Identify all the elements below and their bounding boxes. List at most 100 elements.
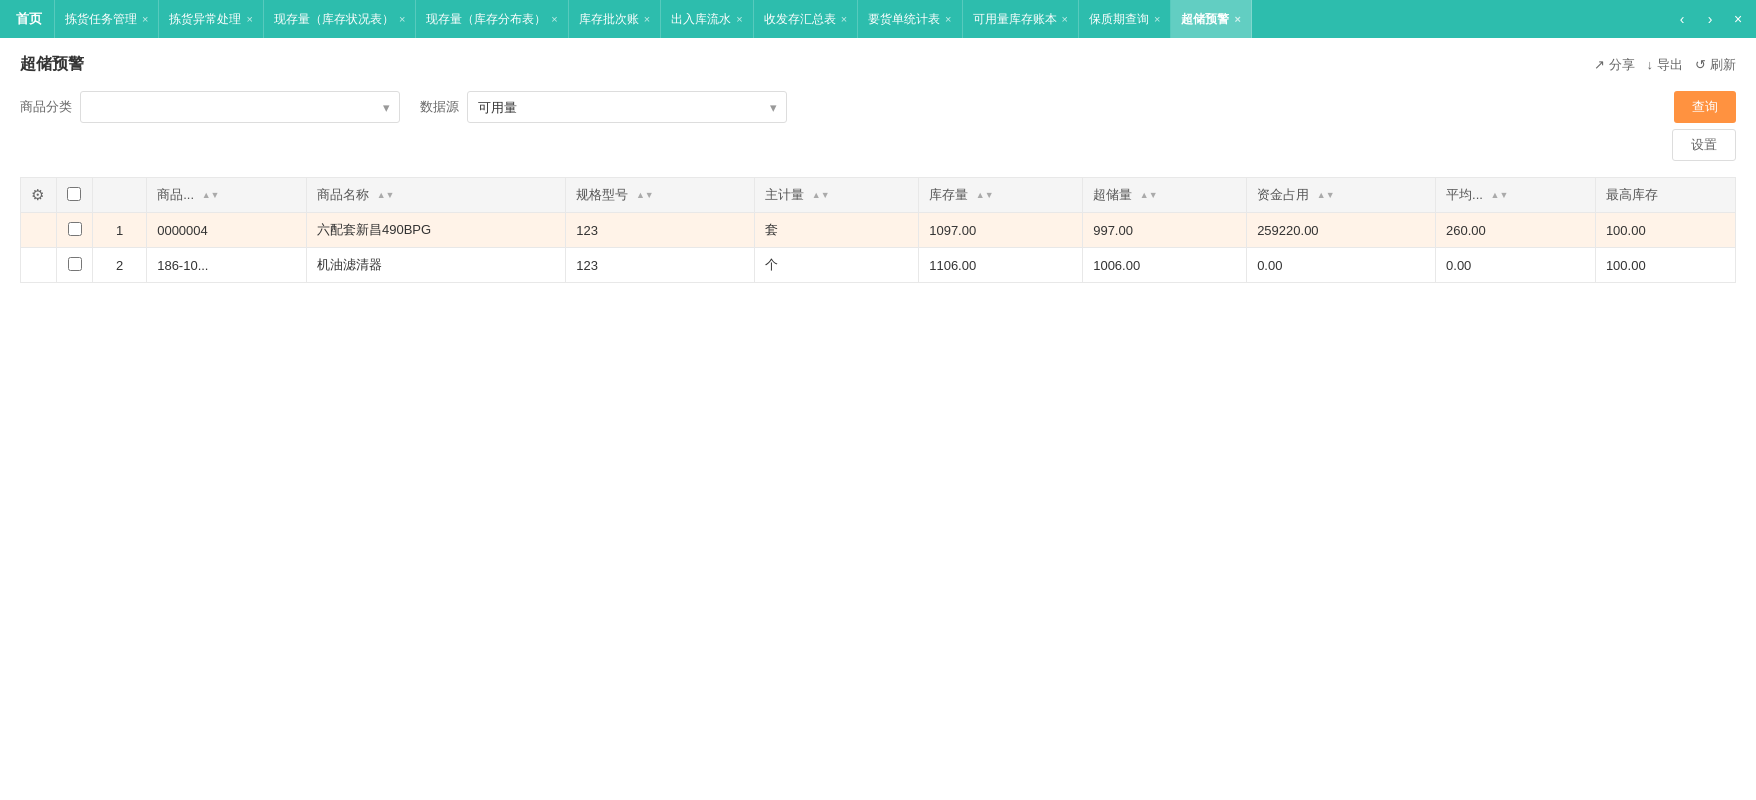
close-tab-5[interactable]: × — [736, 13, 742, 25]
row-product-name: 机油滤清器 — [307, 248, 566, 283]
nav-prev-btn[interactable]: ‹ — [1668, 0, 1696, 38]
nav-tab-5[interactable]: 出入库流水 × — [661, 0, 753, 38]
sort-icon-spec: ▲▼ — [636, 191, 654, 200]
table-header-row: ⚙ 商品... ▲▼ 商品名称 ▲▼ 规格型号 ▲▼ — [21, 178, 1736, 213]
page-content: 超储预警 ↗ 分享 ↓ 导出 ↺ 刷新 商品分类 — [0, 38, 1756, 800]
row-avg: 260.00 — [1436, 213, 1596, 248]
page-title: 超储预警 — [20, 54, 84, 75]
row-spec: 123 — [566, 213, 755, 248]
nav-tab-7[interactable]: 要货单统计表 × — [858, 0, 962, 38]
th-product-code[interactable]: 商品... ▲▼ — [147, 178, 307, 213]
row-gear — [21, 213, 57, 248]
close-tab-7[interactable]: × — [945, 13, 951, 25]
share-button[interactable]: ↗ 分享 — [1594, 56, 1635, 74]
row-max-stock: 100.00 — [1595, 248, 1735, 283]
nav-tab-1[interactable]: 拣货异常处理 × — [159, 0, 263, 38]
row-unit: 个 — [755, 248, 919, 283]
close-tab-3[interactable]: × — [551, 13, 557, 25]
select-all-checkbox[interactable] — [67, 187, 81, 201]
sort-icon-over-stock: ▲▼ — [1140, 191, 1158, 200]
close-tab-10[interactable]: × — [1234, 13, 1240, 25]
nav-tab-3[interactable]: 现存量（库存分布表） × — [416, 0, 568, 38]
close-tab-6[interactable]: × — [841, 13, 847, 25]
row-over-stock: 1006.00 — [1083, 248, 1247, 283]
nav-tab-9[interactable]: 保质期查询 × — [1079, 0, 1171, 38]
sort-icon-code: ▲▼ — [202, 191, 220, 200]
refresh-icon: ↺ — [1695, 57, 1706, 72]
page-header: 超储预警 ↗ 分享 ↓ 导出 ↺ 刷新 — [20, 54, 1736, 75]
share-icon: ↗ — [1594, 57, 1605, 72]
row-checkbox[interactable] — [57, 248, 93, 283]
set-button[interactable]: 设置 — [1672, 129, 1736, 161]
row-avg: 0.00 — [1436, 248, 1596, 283]
row-product-code: 0000004 — [147, 213, 307, 248]
sort-icon-avg: ▲▼ — [1491, 191, 1509, 200]
sort-icon-stock: ▲▼ — [976, 191, 994, 200]
close-tab-4[interactable]: × — [644, 13, 650, 25]
th-unit[interactable]: 主计量 ▲▼ — [755, 178, 919, 213]
category-select-wrap — [80, 91, 400, 123]
top-nav: 首页 拣货任务管理 × 拣货异常处理 × 现存量（库存状况表） × 现存量（库存… — [0, 0, 1756, 38]
th-spec[interactable]: 规格型号 ▲▼ — [566, 178, 755, 213]
datasource-filter: 数据源 可用量 现存量 — [420, 91, 787, 123]
category-label: 商品分类 — [20, 98, 72, 116]
row-num: 2 — [93, 248, 147, 283]
row-stock: 1106.00 — [919, 248, 1083, 283]
datasource-select[interactable]: 可用量 现存量 — [467, 91, 787, 123]
gear-icon[interactable]: ⚙ — [31, 186, 44, 203]
th-product-name[interactable]: 商品名称 ▲▼ — [307, 178, 566, 213]
nav-tab-4[interactable]: 库存批次账 × — [569, 0, 661, 38]
nav-tab-10[interactable]: 超储预警 × — [1171, 0, 1251, 38]
row-product-code: 186-10... — [147, 248, 307, 283]
row-num: 1 — [93, 213, 147, 248]
query-button[interactable]: 查询 — [1674, 91, 1736, 123]
close-tab-0[interactable]: × — [142, 13, 148, 25]
close-tab-1[interactable]: × — [246, 13, 252, 25]
filter-buttons: 查询 设置 — [1672, 91, 1736, 161]
close-tab-9[interactable]: × — [1154, 13, 1160, 25]
table-row: 2 186-10... 机油滤清器 123 个 1106.00 1006.00 … — [21, 248, 1736, 283]
th-max-stock[interactable]: 最高库存 — [1595, 178, 1735, 213]
close-tab-8[interactable]: × — [1062, 13, 1068, 25]
table-row: 1 0000004 六配套新昌490BPG 123 套 1097.00 997.… — [21, 213, 1736, 248]
th-capital[interactable]: 资金占用 ▲▼ — [1247, 178, 1436, 213]
th-gear[interactable]: ⚙ — [21, 178, 57, 213]
category-filter: 商品分类 — [20, 91, 400, 123]
nav-tab-8[interactable]: 可用量库存账本 × — [963, 0, 1079, 38]
export-icon: ↓ — [1647, 57, 1654, 72]
row-select-checkbox[interactable] — [68, 222, 82, 236]
export-button[interactable]: ↓ 导出 — [1647, 56, 1684, 74]
row-over-stock: 997.00 — [1083, 213, 1247, 248]
row-checkbox[interactable] — [57, 213, 93, 248]
nav-tab-0[interactable]: 拣货任务管理 × — [55, 0, 159, 38]
th-avg[interactable]: 平均... ▲▼ — [1436, 178, 1596, 213]
close-tab-2[interactable]: × — [399, 13, 405, 25]
datasource-label: 数据源 — [420, 98, 459, 116]
nav-close-all-btn[interactable]: × — [1724, 0, 1752, 38]
row-select-checkbox[interactable] — [68, 257, 82, 271]
th-num — [93, 178, 147, 213]
row-capital: 259220.00 — [1247, 213, 1436, 248]
refresh-button[interactable]: ↺ 刷新 — [1695, 56, 1736, 74]
th-checkbox[interactable] — [57, 178, 93, 213]
sort-icon-capital: ▲▼ — [1317, 191, 1335, 200]
row-product-name: 六配套新昌490BPG — [307, 213, 566, 248]
sort-icon-name: ▲▼ — [377, 191, 395, 200]
datasource-select-wrap: 可用量 现存量 — [467, 91, 787, 123]
data-table: ⚙ 商品... ▲▼ 商品名称 ▲▼ 规格型号 ▲▼ — [20, 177, 1736, 283]
row-spec: 123 — [566, 248, 755, 283]
row-capital: 0.00 — [1247, 248, 1436, 283]
row-stock: 1097.00 — [919, 213, 1083, 248]
row-gear — [21, 248, 57, 283]
row-unit: 套 — [755, 213, 919, 248]
th-over-stock[interactable]: 超储量 ▲▼ — [1083, 178, 1247, 213]
nav-arrows: ‹ › × — [1668, 0, 1752, 38]
nav-tab-6[interactable]: 收发存汇总表 × — [754, 0, 858, 38]
sort-icon-unit: ▲▼ — [812, 191, 830, 200]
nav-next-btn[interactable]: › — [1696, 0, 1724, 38]
th-stock[interactable]: 库存量 ▲▼ — [919, 178, 1083, 213]
header-actions: ↗ 分享 ↓ 导出 ↺ 刷新 — [1594, 56, 1737, 74]
nav-home[interactable]: 首页 — [4, 0, 55, 38]
nav-tab-2[interactable]: 现存量（库存状况表） × — [264, 0, 416, 38]
category-select[interactable] — [80, 91, 400, 123]
